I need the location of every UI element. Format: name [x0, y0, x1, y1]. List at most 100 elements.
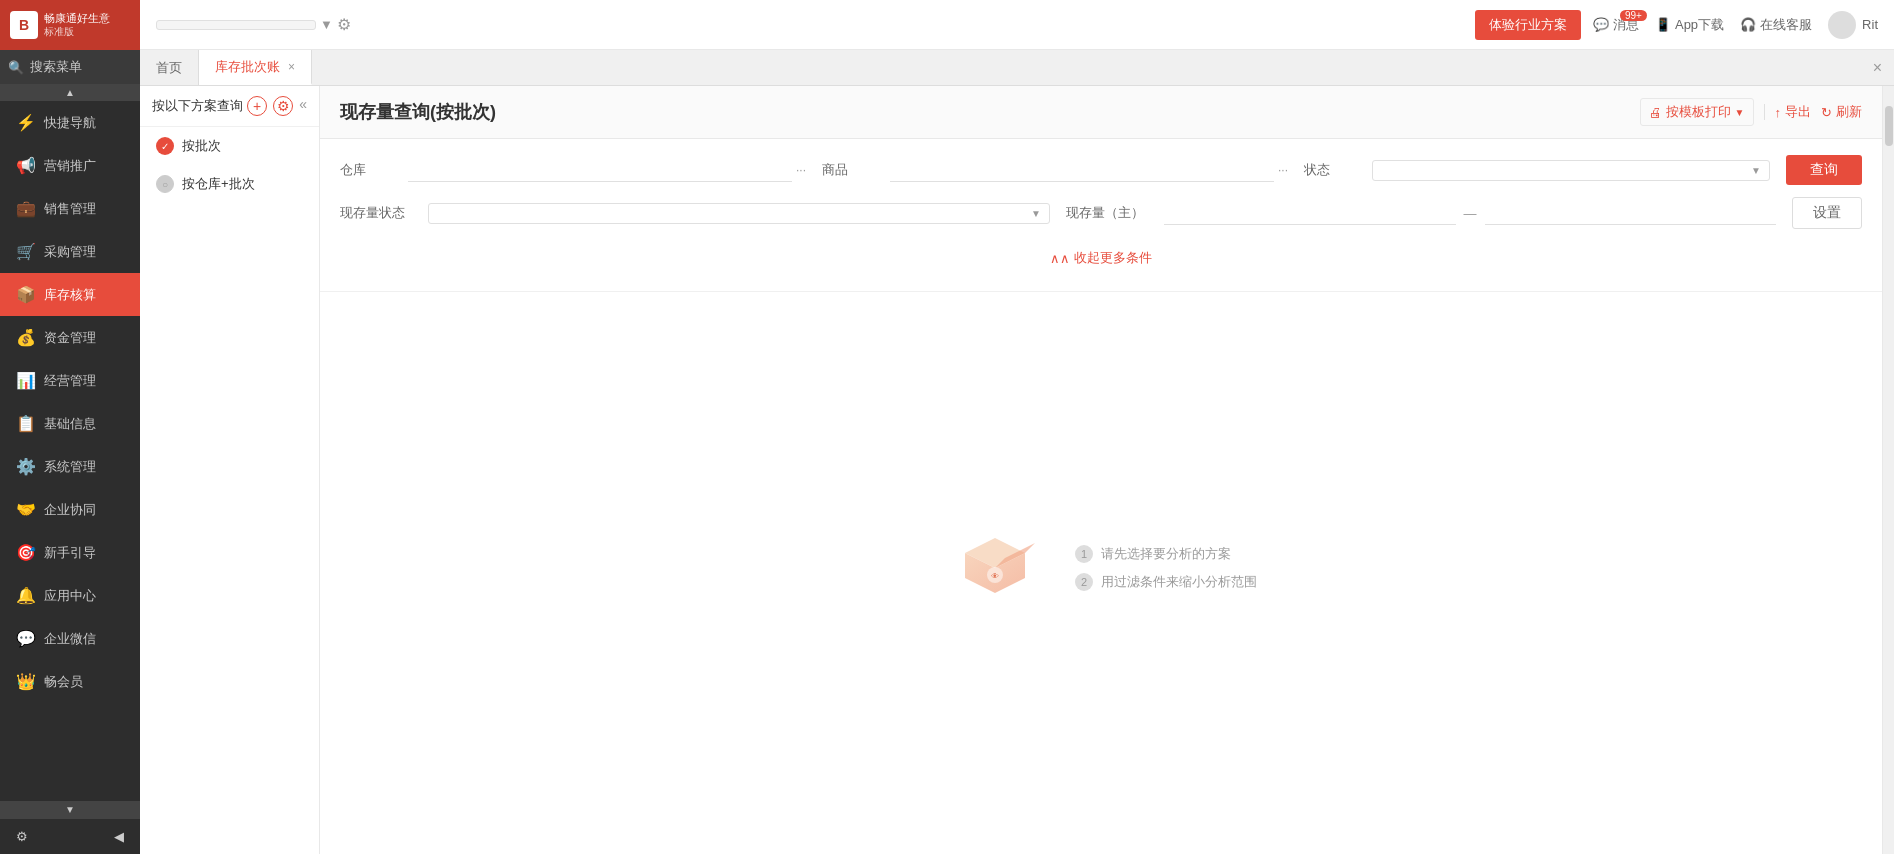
sidebar-item-enterprise[interactable]: 🤝企业协同 [0, 488, 140, 531]
settings-icon[interactable]: ⚙ [16, 829, 28, 844]
empty-hint-1: 1 请先选择要分析的方案 [1075, 545, 1257, 563]
empty-state: 👁 1 请先选择要分析的方案 2 用过滤条件来缩小分析范围 [320, 292, 1882, 854]
refresh-icon: ↻ [1821, 105, 1832, 120]
empty-illustration: 👁 [945, 523, 1045, 623]
nav-label-member: 畅会员 [44, 673, 83, 691]
scheme-dot-active: ✓ [156, 137, 174, 155]
collapse-icon[interactable]: ◀ [114, 829, 124, 844]
sidebar-scroll-down[interactable]: ▼ [0, 801, 140, 818]
nav-icon-sales: 💼 [16, 199, 36, 218]
nav-icon-quick-nav: ⚡ [16, 113, 36, 132]
status-select[interactable]: ▼ [1372, 160, 1770, 181]
nav-icon-basics: 📋 [16, 414, 36, 433]
tabbar-close-button[interactable]: × [1861, 59, 1894, 77]
industry-solution-button[interactable]: 体验行业方案 [1475, 10, 1581, 40]
sidebar-item-appstore[interactable]: 🔔应用中心 [0, 574, 140, 617]
inventory-qty-label: 现存量（主） [1066, 204, 1156, 222]
message-icon: 💬 [1593, 17, 1609, 32]
sidebar-item-sales[interactable]: 💼 销售管理 [0, 187, 140, 230]
page-title: 现存量查询(按批次) [340, 100, 496, 124]
message-button[interactable]: 💬 消息 99+ [1593, 16, 1639, 34]
inventory-status-select[interactable]: ▼ [428, 203, 1050, 224]
inventory-qty-range: — [1164, 201, 1776, 225]
refresh-label: 刷新 [1836, 103, 1862, 121]
nav-icon-system: ⚙️ [16, 457, 36, 476]
sidebar-item-basics[interactable]: 📋基础信息 [0, 402, 140, 445]
nav-label-wechat: 企业微信 [44, 630, 96, 648]
nav-icon-member: 👑 [16, 672, 36, 691]
app-name-block: 畅康通好生意 标准版 [44, 11, 110, 39]
topbar-right: 💬 消息 99+ 📱 App下载 🎧 在线客服 Rit [1593, 11, 1878, 39]
nav-icon-operations: 📊 [16, 371, 36, 390]
tab-home[interactable]: 首页 [140, 50, 199, 85]
query-panel: 现存量查询(按批次) 🖨 按模板打印 ▼ ↑ 导出 ↻ 刷新 [320, 86, 1882, 854]
sidebar-item-finance[interactable]: 💰资金管理 [0, 316, 140, 359]
topbar-dropdown-icon[interactable]: ▼ [320, 17, 333, 32]
collapse-icon: ∧∧ [1050, 251, 1070, 266]
warehouse-input[interactable] [408, 158, 792, 182]
scheme-add-button[interactable]: + [247, 96, 267, 116]
tab-inventory-batch[interactable]: 库存批次账 × [199, 50, 312, 85]
refresh-button[interactable]: ↻ 刷新 [1821, 103, 1862, 121]
sidebar-item-member[interactable]: 👑 畅会员 [0, 660, 140, 703]
settings-button[interactable]: 设置 [1792, 197, 1862, 229]
topbar-search-box[interactable] [156, 20, 316, 30]
sidebar-item-quick-nav[interactable]: ⚡ 快捷导航 [0, 101, 140, 144]
print-icon: 🖨 [1649, 105, 1662, 120]
product-field: 商品 ··· [822, 158, 1288, 182]
inventory-qty-max[interactable] [1485, 201, 1777, 225]
user-avatar [1828, 11, 1856, 39]
status-dropdown-icon: ▼ [1751, 165, 1761, 176]
inventory-status-field: 现存量状态 ▼ [340, 203, 1050, 224]
sidebar-scroll-up[interactable]: ▲ [0, 84, 140, 101]
sidebar-item-marketing[interactable]: 📢营销推广 [0, 144, 140, 187]
app-name: 畅康通好生意 [44, 11, 110, 25]
scheme-item-by-batch[interactable]: ✓ 按批次 [140, 127, 319, 165]
scheme-collapse-button[interactable]: « [299, 96, 307, 116]
nav-icon-purchase: 🛒 [16, 242, 36, 261]
sidebar-header: B 畅康通好生意 标准版 [0, 0, 140, 50]
sidebar-item-purchase[interactable]: 🛒 采购管理 [0, 230, 140, 273]
sidebar-item-newbie[interactable]: 🎯新手引导 [0, 531, 140, 574]
tab-close-button[interactable]: × [288, 60, 295, 74]
main-area: ▼ ⚙ 体验行业方案 💬 消息 99+ 📱 App下载 🎧 在线客服 Rit [140, 0, 1894, 854]
empty-text-block: 1 请先选择要分析的方案 2 用过滤条件来缩小分析范围 [1075, 545, 1257, 601]
inventory-qty-field: 现存量（主） — [1066, 201, 1776, 225]
headset-icon: 🎧 [1740, 17, 1756, 32]
nav-label-quick-nav: 快捷导航 [44, 114, 96, 132]
sidebar-item-wechat[interactable]: 💬企业微信 [0, 617, 140, 660]
nav-label-purchase: 采购管理 [44, 243, 96, 261]
scheme-settings-button[interactable]: ⚙ [273, 96, 293, 116]
empty-hint-2: 2 用过滤条件来缩小分析范围 [1075, 573, 1257, 591]
sidebar-item-inventory[interactable]: 📦库存核算 [0, 273, 140, 316]
export-icon: ↑ [1775, 105, 1782, 120]
product-more-button[interactable]: ··· [1278, 163, 1288, 177]
sidebar-item-operations[interactable]: 📊经营管理 [0, 359, 140, 402]
inventory-qty-min[interactable] [1164, 201, 1456, 225]
print-dropdown-icon[interactable]: ▼ [1735, 107, 1745, 118]
empty-hint-2-text: 用过滤条件来缩小分析范围 [1101, 573, 1257, 591]
inventory-status-dropdown-icon: ▼ [1031, 208, 1041, 219]
nav-label-sales: 销售管理 [44, 200, 96, 218]
nav-label-inventory: 库存核算 [44, 286, 96, 304]
empty-num-2: 2 [1075, 573, 1093, 591]
app-download-button[interactable]: 📱 App下载 [1655, 16, 1724, 34]
product-input[interactable] [890, 158, 1274, 182]
scrollbar-thumb[interactable] [1885, 106, 1893, 146]
warehouse-more-button[interactable]: ··· [796, 163, 806, 177]
sidebar-item-system[interactable]: ⚙️系统管理 [0, 445, 140, 488]
status-label: 状态 [1304, 161, 1364, 179]
print-button[interactable]: 🖨 按模板打印 ▼ [1640, 98, 1754, 126]
user-menu[interactable]: Rit [1828, 11, 1878, 39]
search-label: 搜索菜单 [30, 58, 82, 76]
sidebar-search[interactable]: 🔍 搜索菜单 [0, 50, 140, 84]
page-actions: 🖨 按模板打印 ▼ ↑ 导出 ↻ 刷新 [1640, 98, 1862, 126]
collapse-more-button[interactable]: ∧∧ 收起更多条件 [340, 241, 1862, 275]
scheme-item-by-warehouse-batch[interactable]: ○ 按仓库+批次 [140, 165, 319, 203]
export-button[interactable]: ↑ 导出 [1775, 103, 1812, 121]
online-service-button[interactable]: 🎧 在线客服 [1740, 16, 1812, 34]
query-button[interactable]: 查询 [1786, 155, 1862, 185]
nav-label-enterprise: 企业协同 [44, 501, 96, 519]
right-scrollbar[interactable] [1882, 86, 1894, 854]
topbar-settings-icon[interactable]: ⚙ [337, 15, 351, 34]
